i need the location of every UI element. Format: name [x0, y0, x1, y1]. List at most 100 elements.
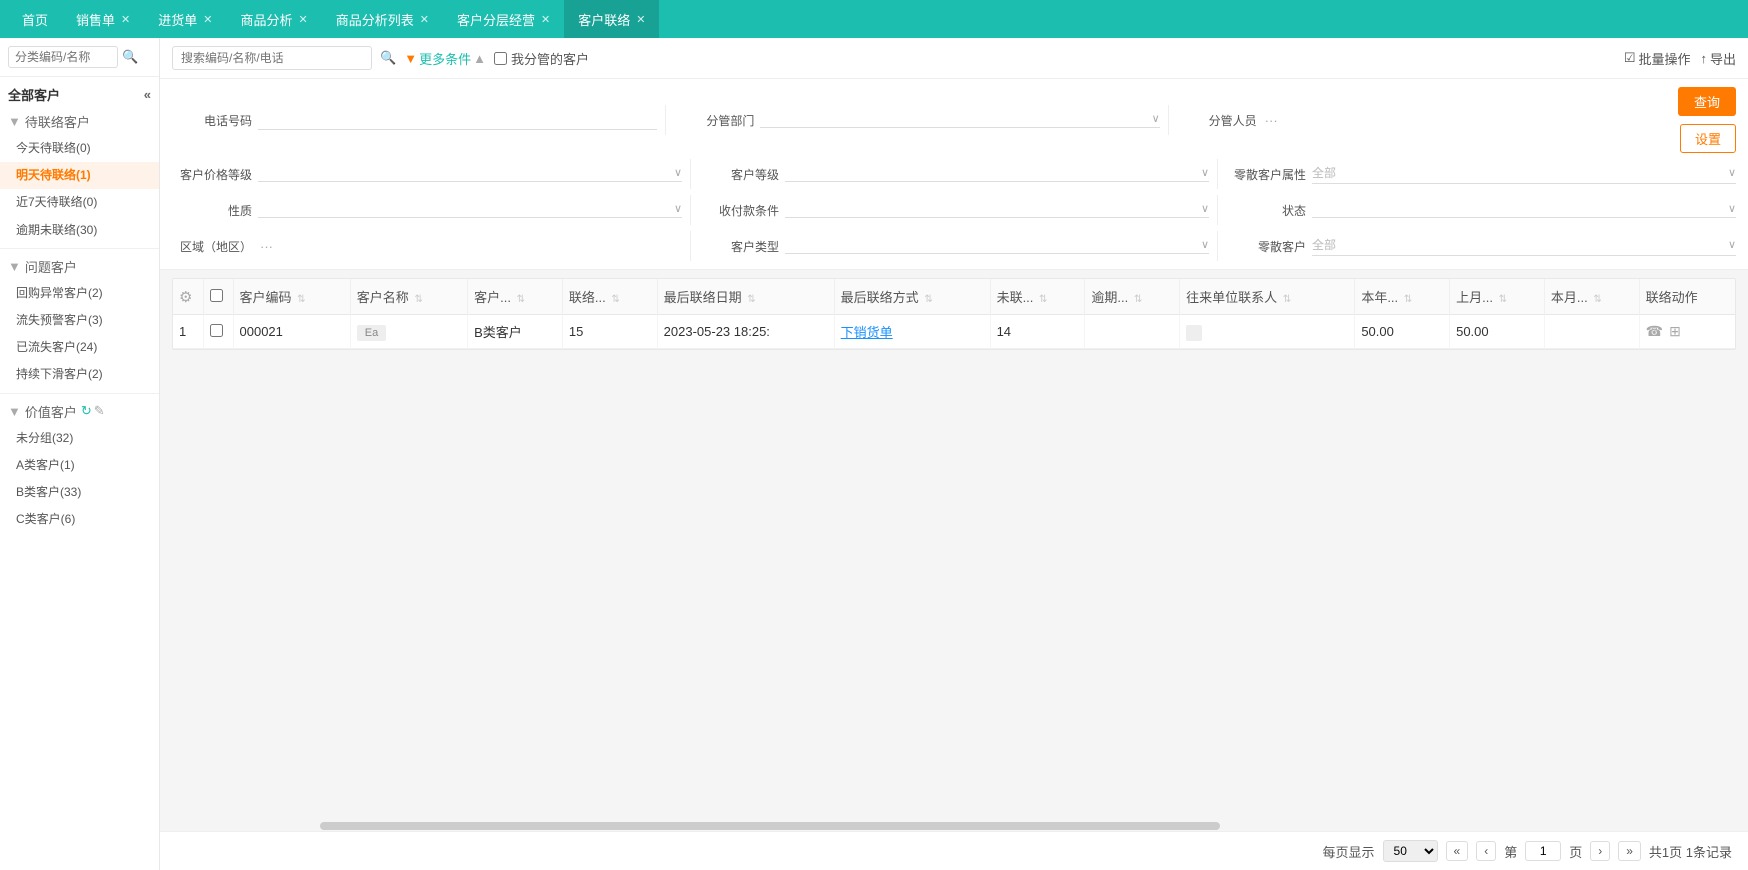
- close-product-analysis-list-icon[interactable]: ✕: [420, 13, 429, 26]
- value-customer-edit-icon[interactable]: ✎: [94, 403, 105, 419]
- cell-this-month: [1544, 315, 1639, 349]
- sort-name-icon: ⇅: [414, 294, 422, 305]
- price-level-select[interactable]: ∨: [258, 166, 682, 182]
- area-ellipsis-btn[interactable]: ···: [260, 239, 273, 254]
- export-btn[interactable]: ↑ 导出: [1700, 49, 1736, 68]
- dept-chevron-icon: ∨: [1152, 112, 1160, 125]
- nav-product-analysis[interactable]: 商品分析 ✕: [226, 0, 321, 38]
- next-page-btn[interactable]: ›: [1590, 841, 1610, 861]
- th-last-month[interactable]: 上月... ⇅: [1450, 279, 1545, 315]
- close-product-analysis-icon[interactable]: ✕: [299, 13, 308, 26]
- cell-company-contact: [1180, 315, 1355, 349]
- more-conditions-btn[interactable]: ▼ 更多条件 ▲: [404, 49, 486, 68]
- payment-field: 收付款条件 ∨: [699, 202, 1209, 219]
- payment-select[interactable]: ∨: [785, 202, 1209, 218]
- nav-purchase-order[interactable]: 进货单 ✕: [144, 0, 226, 38]
- query-button[interactable]: 查询: [1678, 87, 1736, 116]
- close-purchase-order-icon[interactable]: ✕: [203, 13, 212, 26]
- nature-select[interactable]: ∨: [258, 202, 682, 218]
- customer-type-select[interactable]: ∨: [785, 238, 1209, 254]
- close-sales-order-icon[interactable]: ✕: [121, 13, 130, 26]
- retail-customer-chevron-icon: ∨: [1728, 238, 1736, 251]
- table-settings-gear-icon[interactable]: ⚙: [179, 289, 192, 306]
- sidebar-item-class-b[interactable]: B类客户(33): [0, 479, 159, 506]
- nav-home[interactable]: 首页: [8, 0, 62, 38]
- my-customers-checkbox[interactable]: [494, 52, 507, 65]
- sidebar-item-today-contact[interactable]: 今天待联络(0): [0, 135, 159, 162]
- area-label: 区域（地区）: [172, 238, 252, 255]
- scrollbar-thumb[interactable]: [320, 822, 1220, 830]
- th-overdue[interactable]: 逾期... ⇅: [1085, 279, 1180, 315]
- sidebar-item-7days-contact[interactable]: 近7天待联络(0): [0, 189, 159, 216]
- prev-page-btn[interactable]: ‹: [1476, 841, 1496, 861]
- sidebar-item-churn-warning[interactable]: 流失预警客户(3): [0, 307, 159, 334]
- content-area: 🔍 ▼ 更多条件 ▲ 我分管的客户 ☑ 批量操作 ↑ 导出: [160, 38, 1748, 870]
- sidebar-item-class-a[interactable]: A类客户(1): [0, 452, 159, 479]
- nav-customer-tier[interactable]: 客户分层经营 ✕: [443, 0, 564, 38]
- last-page-btn[interactable]: »: [1618, 841, 1641, 861]
- cell-last-date: 2023-05-23 18:25:: [657, 315, 834, 349]
- sidebar-item-declining[interactable]: 持续下滑客户(2): [0, 361, 159, 388]
- nature-chevron-icon: ∨: [674, 202, 682, 215]
- value-customer-refresh-icon[interactable]: ↻: [81, 403, 92, 419]
- cell-overdue: [1085, 315, 1180, 349]
- sort-class-icon: ⇅: [517, 294, 525, 305]
- contact-phone-icon[interactable]: ☎: [1646, 323, 1663, 340]
- nature-label: 性质: [172, 202, 252, 219]
- sidebar-all-customers[interactable]: 全部客户 «: [0, 77, 159, 108]
- customer-level-select[interactable]: ∨: [785, 166, 1209, 182]
- sidebar-item-class-c[interactable]: C类客户(6): [0, 506, 159, 533]
- th-this-month[interactable]: 本月... ⇅: [1544, 279, 1639, 315]
- select-all-checkbox[interactable]: [210, 289, 223, 302]
- retail-attr-chevron-icon: ∨: [1728, 166, 1736, 179]
- status-select[interactable]: ∨: [1312, 202, 1736, 218]
- nav-product-analysis-list[interactable]: 商品分析列表 ✕: [322, 0, 443, 38]
- close-customer-tier-icon[interactable]: ✕: [541, 13, 550, 26]
- th-company-contact[interactable]: 往来单位联系人 ⇅: [1180, 279, 1355, 315]
- contact-grid-icon[interactable]: ⊞: [1669, 323, 1681, 340]
- payment-label: 收付款条件: [699, 202, 779, 219]
- horizontal-scrollbar[interactable]: [160, 821, 1748, 831]
- nav-sales-order[interactable]: 销售单 ✕: [62, 0, 144, 38]
- search-input[interactable]: [172, 46, 372, 70]
- cell-checkbox: [203, 315, 233, 349]
- page-input[interactable]: [1525, 841, 1561, 861]
- settings-button[interactable]: 设置: [1680, 124, 1736, 153]
- sidebar-item-overdue-contact[interactable]: 逾期未联络(30): [0, 217, 159, 244]
- cell-customer-name: Ea: [350, 315, 467, 349]
- sidebar-search-input[interactable]: [8, 46, 118, 68]
- sidebar-collapse-icon[interactable]: «: [144, 87, 151, 102]
- phone-input[interactable]: [258, 111, 657, 130]
- search-icon[interactable]: 🔍: [380, 50, 396, 66]
- sidebar-item-churned[interactable]: 已流失客户(24): [0, 334, 159, 361]
- customer-type-label: 客户类型: [699, 238, 779, 255]
- phone-label: 电话号码: [172, 112, 252, 129]
- th-customer-class[interactable]: 客户... ⇅: [468, 279, 563, 315]
- row-checkbox[interactable]: [210, 324, 223, 337]
- page-size-select[interactable]: 50 20 100: [1383, 840, 1438, 862]
- retail-customer-select[interactable]: 全部 ∨: [1312, 236, 1736, 256]
- person-ellipsis-btn[interactable]: ···: [1265, 113, 1278, 128]
- th-last-method[interactable]: 最后联络方式 ⇅: [834, 279, 990, 315]
- th-customer-name[interactable]: 客户名称 ⇅: [350, 279, 467, 315]
- sidebar-item-repurchase-abnormal[interactable]: 回购异常客户(2): [0, 280, 159, 307]
- th-this-year[interactable]: 本年... ⇅: [1355, 279, 1450, 315]
- last-method-link[interactable]: 下销货单: [841, 325, 893, 340]
- retail-attr-select[interactable]: 全部 ∨: [1312, 164, 1736, 184]
- batch-operation-btn[interactable]: ☑ 批量操作: [1624, 49, 1691, 68]
- th-last-date[interactable]: 最后联络日期 ⇅: [657, 279, 834, 315]
- close-customer-contact-icon[interactable]: ✕: [636, 13, 645, 26]
- th-contact[interactable]: 联络... ⇅: [562, 279, 657, 315]
- current-page-label: 第: [1504, 842, 1517, 861]
- sidebar-search-icon[interactable]: 🔍: [122, 49, 138, 65]
- cell-customer-code: 000021: [233, 315, 350, 349]
- th-settings[interactable]: ⚙: [173, 279, 203, 315]
- advanced-filter-panel: 电话号码 分管部门 ∨ 分管人员 ···: [160, 79, 1748, 270]
- th-customer-code[interactable]: 客户编码 ⇅: [233, 279, 350, 315]
- dept-select[interactable]: ∨: [760, 112, 1159, 128]
- nav-customer-contact[interactable]: 客户联络 ✕: [564, 0, 659, 38]
- first-page-btn[interactable]: «: [1446, 841, 1469, 861]
- sidebar-item-ungrouped[interactable]: 未分组(32): [0, 425, 159, 452]
- th-no-contact[interactable]: 未联... ⇅: [990, 279, 1085, 315]
- sidebar-item-tomorrow-contact[interactable]: 明天待联络(1): [0, 162, 159, 189]
